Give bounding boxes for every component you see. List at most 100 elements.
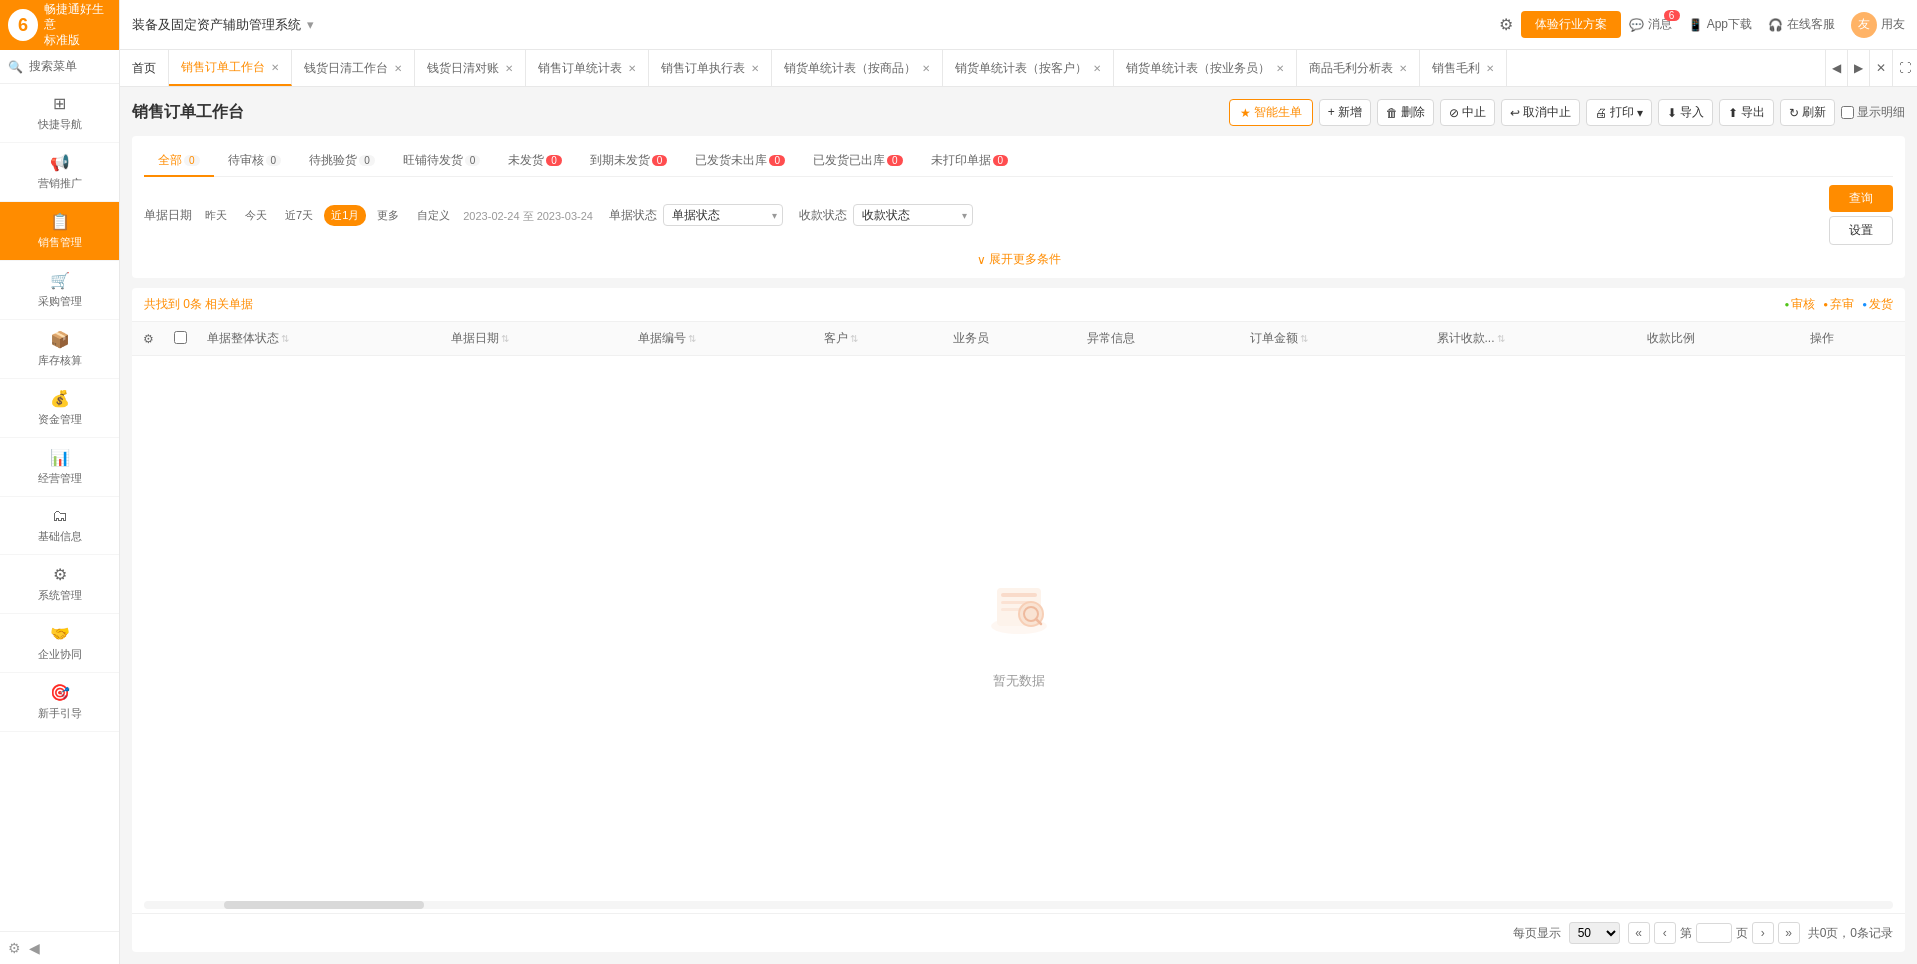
tab-sales-workbench[interactable]: 销售订单工作台 ✕: [169, 50, 292, 86]
page-size-select[interactable]: 10 20 50 100: [1569, 922, 1620, 944]
app-download-action[interactable]: 📱 App下载: [1688, 16, 1752, 33]
sidebar-search[interactable]: 🔍 搜索菜单: [0, 50, 119, 84]
scrollbar-area[interactable]: [144, 901, 1893, 909]
tab-close-margin[interactable]: ✕: [1399, 63, 1407, 74]
filter-tab-pending-inspect[interactable]: 待挑验货0: [295, 146, 389, 177]
th-date[interactable]: 单据日期⇅: [441, 322, 628, 356]
date-btn-7days[interactable]: 近7天: [278, 205, 320, 226]
tab-close-sales-exec[interactable]: ✕: [751, 63, 759, 74]
sidebar-item-guide[interactable]: 🎯 新手引导: [0, 673, 119, 732]
date-btn-1month[interactable]: 近1月: [324, 205, 366, 226]
page-last-btn[interactable]: »: [1778, 922, 1800, 944]
smart-create-button[interactable]: ★ 智能生单: [1229, 99, 1313, 126]
tab-close-customer[interactable]: ✕: [1093, 63, 1101, 74]
sidebar-item-basic-info[interactable]: 🗂 基础信息: [0, 497, 119, 555]
date-btn-more[interactable]: 更多: [370, 205, 406, 226]
page-prev-btn[interactable]: ‹: [1654, 922, 1676, 944]
tab-product-margin[interactable]: 商品毛利分析表 ✕: [1297, 50, 1420, 86]
sidebar-item-purchase[interactable]: 🛒 采购管理: [0, 261, 119, 320]
tab-scroll-left-btn[interactable]: ◀: [1825, 50, 1847, 86]
select-all-checkbox[interactable]: [174, 331, 187, 344]
show-details-checkbox[interactable]: [1841, 106, 1854, 119]
th-collected[interactable]: 累计收款...⇅: [1427, 322, 1638, 356]
tab-close-staff[interactable]: ✕: [1276, 63, 1284, 74]
th-number[interactable]: 单据编号⇅: [628, 322, 815, 356]
tab-close-sales-stats[interactable]: ✕: [628, 63, 636, 74]
online-service-action[interactable]: 🎧 在线客服: [1768, 16, 1835, 33]
filter-tab-overdue[interactable]: 到期未发货0: [576, 146, 682, 177]
tab-close-cash-reconcile[interactable]: ✕: [505, 63, 513, 74]
filter-tab-shipped-not-warehouse[interactable]: 已发货未出库0: [681, 146, 799, 177]
sidebar: 6 畅捷通好生意 标准版 🔍 搜索菜单 ⊞ 快捷导航 📢 营销推广 📋 销售管理…: [0, 0, 120, 964]
add-button[interactable]: + 新增: [1319, 99, 1371, 126]
sidebar-item-finance[interactable]: 💰 资金管理: [0, 379, 119, 438]
refresh-button[interactable]: ↻ 刷新: [1780, 99, 1835, 126]
tab-close-product[interactable]: ✕: [922, 63, 930, 74]
tab-scroll-right-btn[interactable]: ▶: [1847, 50, 1869, 86]
sidebar-item-sales[interactable]: 📋 销售管理: [0, 202, 119, 261]
th-staff[interactable]: 业务员: [943, 322, 1077, 356]
filter-tab-pending-review[interactable]: 待审核0: [214, 146, 296, 177]
th-status: 单据整体状态⇅: [197, 322, 441, 356]
sidebar-item-quick-nav[interactable]: ⊞ 快捷导航: [0, 84, 119, 143]
filter-tab-shipped-warehoused[interactable]: 已发货已出库0: [799, 146, 917, 177]
stop-button[interactable]: ⊘ 中止: [1440, 99, 1495, 126]
tab-sales-exec[interactable]: 销售订单执行表 ✕: [649, 50, 772, 86]
sidebar-item-inventory[interactable]: 📦 库存核算: [0, 320, 119, 379]
filter-tab-not-shipped[interactable]: 未发货0: [494, 146, 576, 177]
page-next-btn[interactable]: ›: [1752, 922, 1774, 944]
ship-action-btn[interactable]: 发货: [1862, 296, 1893, 313]
cancel-stop-button[interactable]: ↩ 取消中止: [1501, 99, 1580, 126]
industry-solution-button[interactable]: 体验行业方案: [1521, 11, 1621, 38]
th-amount[interactable]: 订单金额⇅: [1240, 322, 1427, 356]
th-settings[interactable]: ⚙: [132, 322, 164, 356]
user-action[interactable]: 友 用友: [1851, 12, 1905, 38]
settings-icon[interactable]: ⚙: [1499, 15, 1513, 34]
tab-sales-summary-product[interactable]: 销货单统计表（按商品） ✕: [772, 50, 943, 86]
scrollbar-thumb[interactable]: [224, 901, 424, 909]
status-select[interactable]: 单据状态: [663, 204, 783, 226]
tab-close-sales-workbench[interactable]: ✕: [271, 62, 279, 73]
filter-tab-not-printed[interactable]: 未打印单据0: [917, 146, 1023, 177]
tab-sales-summary-staff[interactable]: 销货单统计表（按业务员） ✕: [1114, 50, 1297, 86]
filter-settings-button[interactable]: 设置: [1829, 216, 1893, 245]
date-btn-yesterday[interactable]: 昨天: [198, 205, 234, 226]
tab-sales-stats[interactable]: 销售订单统计表 ✕: [526, 50, 649, 86]
sidebar-item-marketing[interactable]: 📢 营销推广: [0, 143, 119, 202]
tab-sales-summary-customer[interactable]: 销货单统计表（按客户） ✕: [943, 50, 1114, 86]
tab-fullscreen-btn[interactable]: ⛶: [1892, 50, 1917, 86]
tab-sales-more[interactable]: 销售毛利 ✕: [1420, 50, 1507, 86]
th-customer[interactable]: 客户⇅: [814, 322, 943, 356]
delete-button[interactable]: 🗑 删除: [1377, 99, 1434, 126]
page-first-btn[interactable]: «: [1628, 922, 1650, 944]
cancel-review-action-btn[interactable]: 弃审: [1823, 296, 1854, 313]
message-action[interactable]: 💬 消息 6: [1629, 16, 1672, 33]
collapse-sidebar-icon[interactable]: ◀: [29, 940, 40, 956]
filter-tab-all[interactable]: 全部0: [144, 146, 214, 177]
review-action-btn[interactable]: 审核: [1784, 296, 1815, 313]
export-button[interactable]: ⬆ 导出: [1719, 99, 1774, 126]
tab-close-cash-daily[interactable]: ✕: [394, 63, 402, 74]
filter-tab-wangpu[interactable]: 旺铺待发货0: [389, 146, 495, 177]
date-btn-today[interactable]: 今天: [238, 205, 274, 226]
expand-conditions-button[interactable]: ∨ 展开更多条件: [977, 251, 1061, 268]
tab-close-more[interactable]: ✕: [1486, 63, 1494, 74]
payment-select[interactable]: 收款状态: [853, 204, 973, 226]
tab-cash-reconcile[interactable]: 钱货日清对账 ✕: [415, 50, 526, 86]
dropdown-arrow-icon[interactable]: ▾: [307, 17, 314, 32]
sidebar-item-system[interactable]: ⚙ 系统管理: [0, 555, 119, 614]
th-checkbox[interactable]: [164, 322, 197, 356]
show-details-label[interactable]: 显示明细: [1841, 104, 1905, 121]
tab-cash-daily[interactable]: 钱货日清工作台 ✕: [292, 50, 415, 86]
import-button[interactable]: ⬇ 导入: [1658, 99, 1713, 126]
tab-close-all-btn[interactable]: ✕: [1869, 50, 1892, 86]
tab-home[interactable]: 首页: [120, 50, 169, 86]
print-button[interactable]: 🖨 打印 ▾: [1586, 99, 1652, 126]
sidebar-item-enterprise[interactable]: 🤝 企业协同: [0, 614, 119, 673]
settings-gear-icon[interactable]: ⚙: [8, 940, 21, 956]
sidebar-item-operations[interactable]: 📊 经营管理: [0, 438, 119, 497]
page-number-input[interactable]: 1: [1696, 923, 1732, 943]
query-button[interactable]: 查询: [1829, 185, 1893, 212]
sidebar-bottom: ⚙ ◀: [0, 931, 119, 964]
date-btn-custom[interactable]: 自定义: [410, 205, 457, 226]
